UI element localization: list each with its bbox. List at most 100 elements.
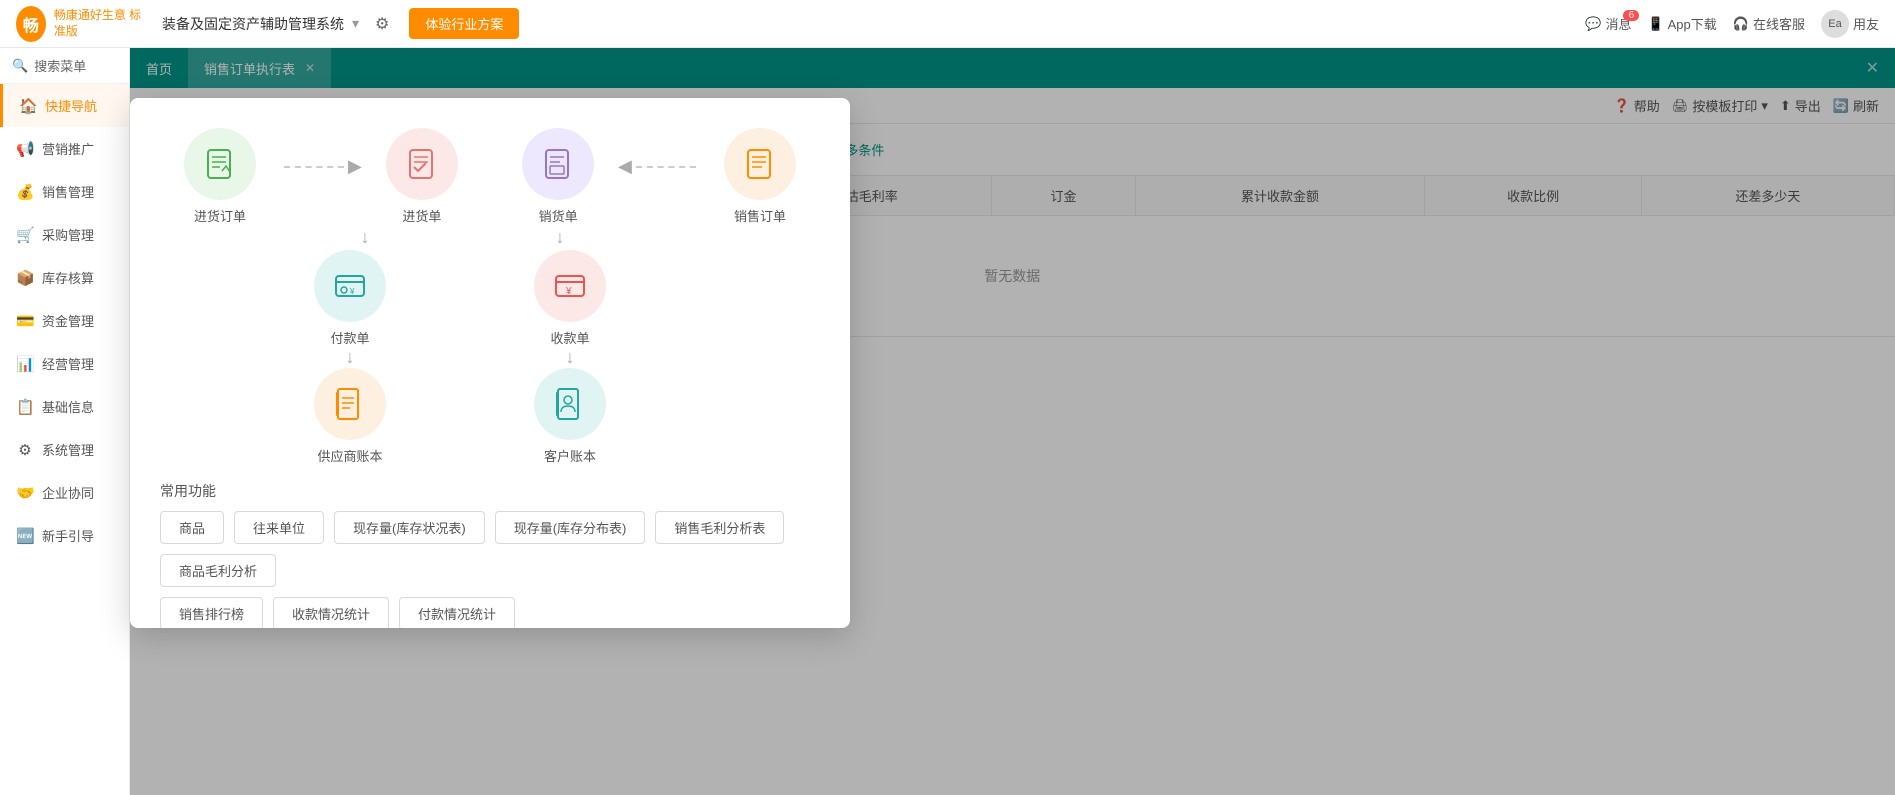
flow-row-3: 供应商账本 客户账本 (290, 368, 820, 465)
purchase-order-icon (202, 146, 238, 182)
logo-text: 畅康通好生意 标准版 (54, 8, 146, 39)
sales-icon: 💰 (16, 183, 34, 201)
sidebar-item-purchase[interactable]: 🛒 采购管理 (0, 213, 129, 256)
arrow-down-purchase-icon: ↓ (361, 225, 370, 250)
popup-overlay[interactable]: 进货订单 ▶ (130, 48, 1895, 795)
purchase-order-label: 进货订单 (194, 206, 246, 225)
arrow-down-icon-3: ↓ (346, 347, 355, 368)
sidebar-item-marketing[interactable]: 📢 营销推广 (0, 127, 129, 170)
arrow-right-icon-1: ▶ (348, 156, 362, 177)
sidebar-item-inventory[interactable]: 📦 库存核算 (0, 256, 129, 299)
sidebar-item-basic-info[interactable]: 📋 基础信息 (0, 385, 129, 428)
operations-label: 经营管理 (42, 354, 94, 373)
common-btn-partner[interactable]: 往来单位 (234, 511, 324, 544)
payment-icon: ¥ (332, 268, 368, 304)
common-btn-sales-rank[interactable]: 销售排行榜 (160, 597, 263, 628)
app-download-button[interactable]: 📱 App下载 (1647, 14, 1716, 33)
sales-bill-label: 销货单 (539, 206, 578, 225)
sales-order-circle (724, 128, 796, 200)
sales-order-label: 销售订单 (734, 206, 786, 225)
svg-text:¥: ¥ (565, 286, 572, 297)
sidebar-item-finance[interactable]: 💳 资金管理 (0, 299, 129, 342)
purchase-label: 采购管理 (42, 225, 94, 244)
flow-node-purchase-bill: 进货单 (362, 128, 482, 225)
common-btn-stock-status[interactable]: 现存量(库存状况表) (334, 511, 485, 544)
system-icon: ⚙ (16, 441, 34, 459)
system-dropdown-icon[interactable]: ▾ (352, 15, 359, 32)
customer-ledger-circle (534, 368, 606, 440)
sidebar-item-beginner[interactable]: 🆕 新手引导 (0, 514, 129, 557)
beginner-label: 新手引导 (42, 526, 94, 545)
app-container: 畅 畅康通好生意 标准版 装备及固定资产辅助管理系统 ▾ ⚙ 体验行业方案 💬 … (0, 0, 1895, 795)
common-btn-receipt-stats[interactable]: 收款情况统计 (273, 597, 389, 628)
spacer-mid (420, 225, 500, 250)
search-icon: 🔍 (12, 58, 28, 74)
top-right-actions: 💬 消息 6 📱 App下载 🎧 在线客服 Ea 用友 (1585, 10, 1879, 38)
sales-bill-circle (522, 128, 594, 200)
arrow-down-icon-1: ↓ (361, 227, 370, 248)
receipt-icon: ¥ (552, 268, 588, 304)
common-buttons-area: 商品 往来单位 现存量(库存状况表) 现存量(库存分布表) 销售毛利分析表 商品… (160, 511, 820, 587)
arrow-down-icon-4: ↓ (566, 347, 575, 368)
operations-icon: 📊 (16, 355, 34, 373)
app-download-label: App下载 (1668, 14, 1717, 33)
app-download-icon: 📱 (1647, 16, 1663, 32)
arrow-down-payment: ↓ (290, 347, 410, 368)
basic-info-label: 基础信息 (42, 397, 94, 416)
common-btn-stock-dist[interactable]: 现存量(库存分布表) (495, 511, 646, 544)
search-menu-button[interactable]: 🔍 搜索菜单 (0, 48, 129, 84)
common-buttons-area-2: 销售排行榜 收款情况统计 付款情况统计 (160, 597, 820, 628)
supplier-ledger-icon (332, 386, 368, 422)
sidebar-item-quick-nav[interactable]: 🏠 快捷导航 (0, 84, 129, 127)
sidebar-item-sales[interactable]: 💰 销售管理 (0, 170, 129, 213)
sidebar-item-enterprise[interactable]: 🤝 企业协同 (0, 471, 129, 514)
arrow-down-spacer-1 (160, 225, 280, 250)
common-btn-product-profit[interactable]: 商品毛利分析 (160, 554, 276, 587)
flow-node-customer-ledger: 客户账本 (510, 368, 630, 465)
top-bar: 畅 畅康通好生意 标准版 装备及固定资产辅助管理系统 ▾ ⚙ 体验行业方案 💬 … (0, 0, 1895, 48)
marketing-label: 营销推广 (42, 139, 94, 158)
search-menu-label: 搜索菜单 (34, 56, 86, 75)
quick-nav-label: 快捷导航 (45, 96, 97, 115)
sales-bill-icon (540, 146, 576, 182)
flow-node-receipt: ¥ 收款单 (510, 250, 630, 347)
sidebar-item-system[interactable]: ⚙ 系统管理 (0, 428, 129, 471)
spacer-mid-2 (410, 347, 510, 368)
common-btn-sales-profit[interactable]: 销售毛利分析表 (655, 511, 784, 544)
svg-text:¥: ¥ (349, 287, 355, 296)
sales-label: 销售管理 (42, 182, 94, 201)
quick-guide-popup: 进货订单 ▶ (130, 98, 850, 628)
message-button[interactable]: 💬 消息 6 (1585, 14, 1631, 33)
customer-ledger-label: 客户账本 (544, 446, 596, 465)
payment-circle: ¥ (314, 250, 386, 322)
online-support-label: 在线客服 (1753, 14, 1805, 33)
inventory-label: 库存核算 (42, 268, 94, 287)
purchase-bill-circle (386, 128, 458, 200)
dashed-line-2 (636, 166, 696, 168)
beginner-icon: 🆕 (16, 527, 34, 545)
purchase-bill-icon (404, 146, 440, 182)
flow-row-2: ¥ 付款单 ¥ (290, 250, 820, 347)
common-functions-title: 常用功能 (160, 481, 820, 501)
finance-icon: 💳 (16, 312, 34, 330)
arrow-down-icon-2: ↓ (556, 227, 565, 248)
user-label: 用友 (1853, 14, 1879, 33)
customer-ledger-icon (552, 386, 588, 422)
quick-nav-icon: 🏠 (19, 97, 37, 115)
dashed-line-1 (284, 166, 344, 168)
flow-node-purchase-order: 进货订单 (160, 128, 280, 225)
system-title-text: 装备及固定资产辅助管理系统 (162, 14, 344, 34)
settings-icon[interactable]: ⚙ (375, 14, 389, 34)
user-menu[interactable]: Ea 用友 (1821, 10, 1879, 38)
flow-node-sales-order: 销售订单 (700, 128, 820, 225)
content-area: 首页 销售订单执行表 ✕ ✕ ❓ 帮助 🖨 按模板打印 ▾ (130, 48, 1895, 795)
common-btn-product[interactable]: 商品 (160, 511, 224, 544)
system-label: 系统管理 (42, 440, 94, 459)
online-support-button[interactable]: 🎧 在线客服 (1733, 14, 1805, 33)
flow-node-sales-bill: 销货单 (498, 128, 618, 225)
basic-info-icon: 📋 (16, 398, 34, 416)
arrow-down-sales-bill: ↓ (500, 225, 620, 250)
trial-button[interactable]: 体验行业方案 (409, 8, 519, 39)
common-btn-payment-stats[interactable]: 付款情况统计 (399, 597, 515, 628)
sidebar-item-operations[interactable]: 📊 经营管理 (0, 342, 129, 385)
